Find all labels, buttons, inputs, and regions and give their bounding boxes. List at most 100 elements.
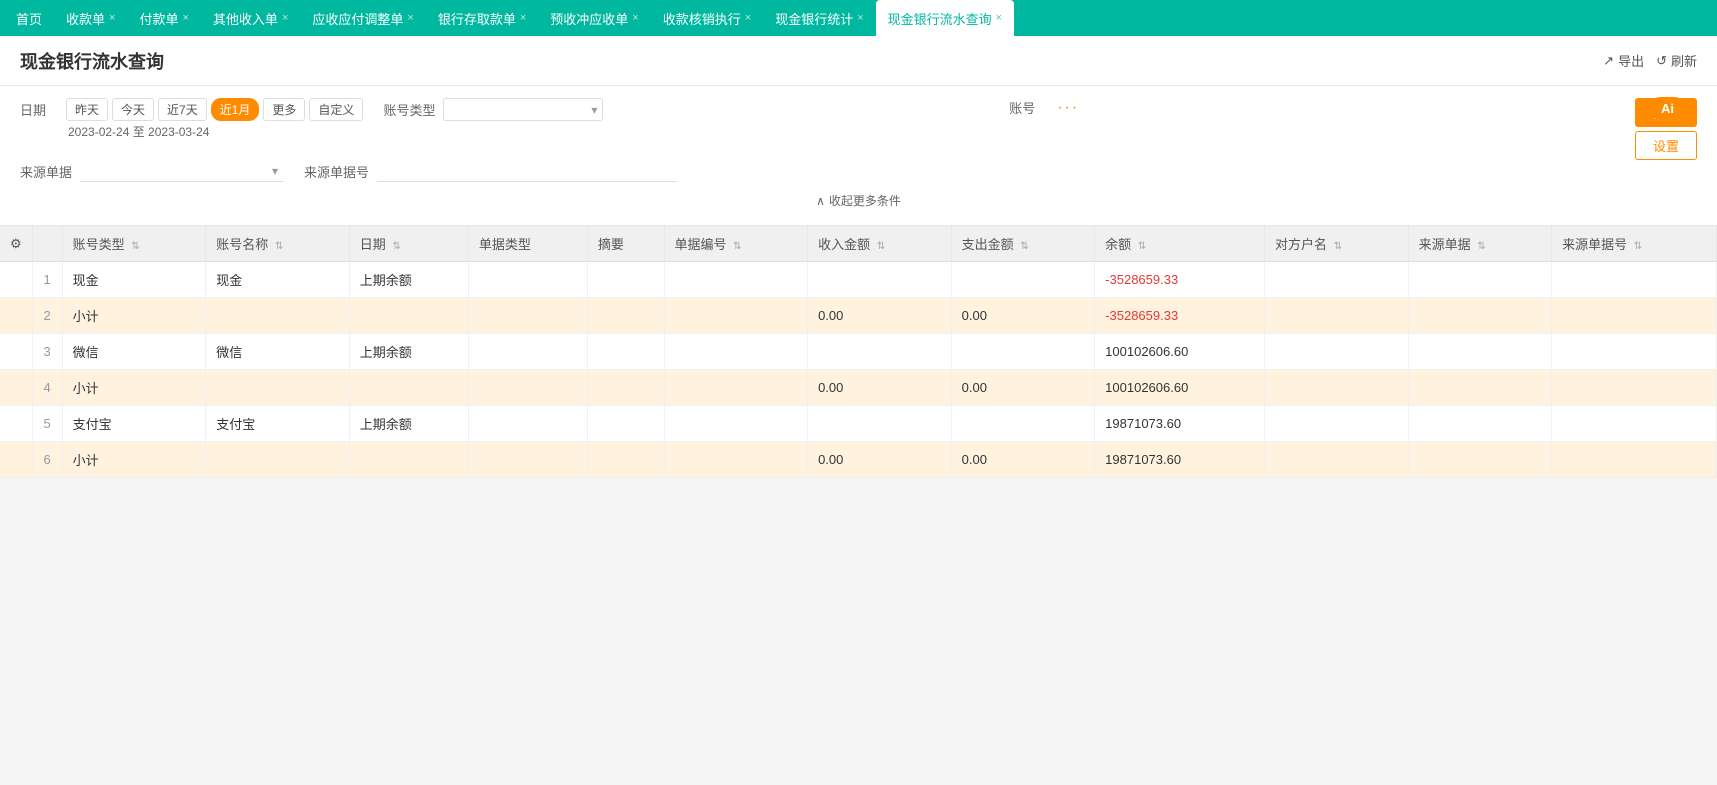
close-tab-other-income[interactable]: × [282,12,288,24]
cell-date: 上期余额 [349,406,468,442]
cell-source-doc [1408,334,1552,370]
cell-doc-type [468,334,587,370]
col-expense[interactable]: 支出金额 ⇅ [951,226,1095,262]
sort-icon-source-doc-num: ⇅ [1634,241,1642,252]
export-icon: ↗ [1603,53,1614,69]
close-tab-writeoff[interactable]: × [745,12,751,24]
cell-expense [951,334,1095,370]
cell-doc-type [468,298,587,334]
date-btn-custom[interactable]: 自定义 [309,98,363,121]
col-income[interactable]: 收入金额 ⇅ [808,226,952,262]
page-title: 现金银行流水查询 [20,48,164,74]
account-block: 账号 ··· [1009,98,1615,117]
cell-doc-number [664,334,808,370]
cell-account-name [206,298,350,334]
settings-button[interactable]: 设置 [1635,131,1697,160]
cell-doc-number [664,442,808,478]
table-row: 6小计0.000.0019871073.60 [0,442,1717,478]
nav-tab-other-income[interactable]: 其他收入单 × [201,0,300,36]
source-doc-num-block: 来源单据号 [304,160,677,182]
cell-source-doc-num [1552,298,1717,334]
date-btn-more[interactable]: 更多 [263,98,305,121]
nav-tab-receipts[interactable]: 收款单 × [54,0,127,36]
cell-account-name: 现金 [206,262,350,298]
cell-doc-number [664,262,808,298]
close-tab-advance-offset[interactable]: × [632,12,638,24]
nav-tab-payments[interactable]: 付款单 × [127,0,200,36]
account-type-select-wrapper [443,98,603,121]
col-date[interactable]: 日期 ⇅ [349,226,468,262]
cell-gear [0,334,32,370]
close-tab-cash-stats[interactable]: × [857,12,863,24]
col-account-name[interactable]: 账号名称 ⇅ [206,226,350,262]
date-filter-block: 日期 昨天 今天 近7天 近1月 更多 自定义 2023-02-24 至 202… [20,98,363,140]
table-row: 5支付宝支付宝上期余额19871073.60 [0,406,1717,442]
account-type-label: 账号类型 [383,100,435,119]
cell-balance: 100102606.60 [1095,334,1265,370]
cell-summary [587,334,664,370]
cell-source-doc [1408,442,1552,478]
cell-account-name: 微信 [206,334,350,370]
close-tab-receipts[interactable]: × [109,12,115,24]
date-btn-today[interactable]: 今天 [112,98,154,121]
cell-expense: 0.00 [951,370,1095,406]
cell-account-type: 小计 [62,298,206,334]
cell-date: 上期余额 [349,262,468,298]
nav-tab-cash-stats[interactable]: 现金银行统计 × [763,0,875,36]
cell-doc-type [468,370,587,406]
source-doc-num-input[interactable] [377,160,677,182]
date-btn-7days[interactable]: 近7天 [158,98,207,121]
date-label: 日期 [20,100,60,119]
cell-counterparty [1265,298,1409,334]
cell-gear [0,370,32,406]
cell-source-doc [1408,298,1552,334]
cell-source-doc-num [1552,334,1717,370]
close-tab-cash-flow[interactable]: × [996,12,1002,24]
cell-idx: 3 [32,334,62,370]
sort-icon-account-name: ⇅ [275,241,283,252]
sort-icon-doc-number: ⇅ [733,241,741,252]
refresh-icon: ↺ [1656,53,1667,69]
account-type-select[interactable] [443,98,603,121]
nav-tab-adjustment[interactable]: 应收应付调整单 × [300,0,425,36]
col-doc-type: 单据类型 [468,226,587,262]
close-tab-adjustment[interactable]: × [407,12,413,24]
cell-account-name [206,442,350,478]
ai-badge[interactable]: Ai [1649,97,1686,120]
source-doc-num-label: 来源单据号 [304,162,369,181]
col-source-doc-num[interactable]: 来源单据号 ⇅ [1552,226,1717,262]
nav-tab-cash-flow[interactable]: 现金银行流水查询 × [876,0,1014,36]
cell-summary [587,370,664,406]
cell-account-type: 现金 [62,262,206,298]
nav-home[interactable]: 首页 [4,0,54,36]
table-row: 2小计0.000.00-3528659.33 [0,298,1717,334]
sort-icon-balance: ⇅ [1138,241,1146,252]
cell-doc-number [664,406,808,442]
date-btn-yesterday[interactable]: 昨天 [66,98,108,121]
date-btn-1month[interactable]: 近1月 [211,98,260,121]
col-doc-number[interactable]: 单据编号 ⇅ [664,226,808,262]
col-gear[interactable]: ⚙ [0,226,32,262]
date-range-display: 2023-02-24 至 2023-03-24 [68,125,209,139]
close-tab-payments[interactable]: × [182,12,188,24]
date-buttons: 昨天 今天 近7天 近1月 更多 自定义 [66,98,363,121]
account-dots[interactable]: ··· [1057,99,1079,117]
close-tab-bank-withdraw[interactable]: × [520,12,526,24]
nav-tab-advance-offset[interactable]: 预收冲应收单 × [538,0,650,36]
col-account-type[interactable]: 账号类型 ⇅ [62,226,206,262]
nav-tab-writeoff[interactable]: 收款核销执行 × [651,0,763,36]
source-doc-input[interactable] [80,160,284,182]
col-counterparty[interactable]: 对方户名 ⇅ [1265,226,1409,262]
refresh-button[interactable]: ↺ 刷新 [1656,51,1697,70]
cell-account-name: 支付宝 [206,406,350,442]
col-source-doc[interactable]: 来源单据 ⇅ [1408,226,1552,262]
export-button[interactable]: ↗ 导出 [1603,51,1644,70]
cell-doc-type [468,442,587,478]
cell-expense [951,262,1095,298]
cell-source-doc [1408,370,1552,406]
col-balance[interactable]: 余额 ⇅ [1095,226,1265,262]
cell-summary [587,406,664,442]
nav-tab-bank-withdraw[interactable]: 银行存取款单 × [426,0,538,36]
cell-doc-number [664,298,808,334]
collapse-bar[interactable]: ∧ 收起更多条件 [20,188,1697,213]
